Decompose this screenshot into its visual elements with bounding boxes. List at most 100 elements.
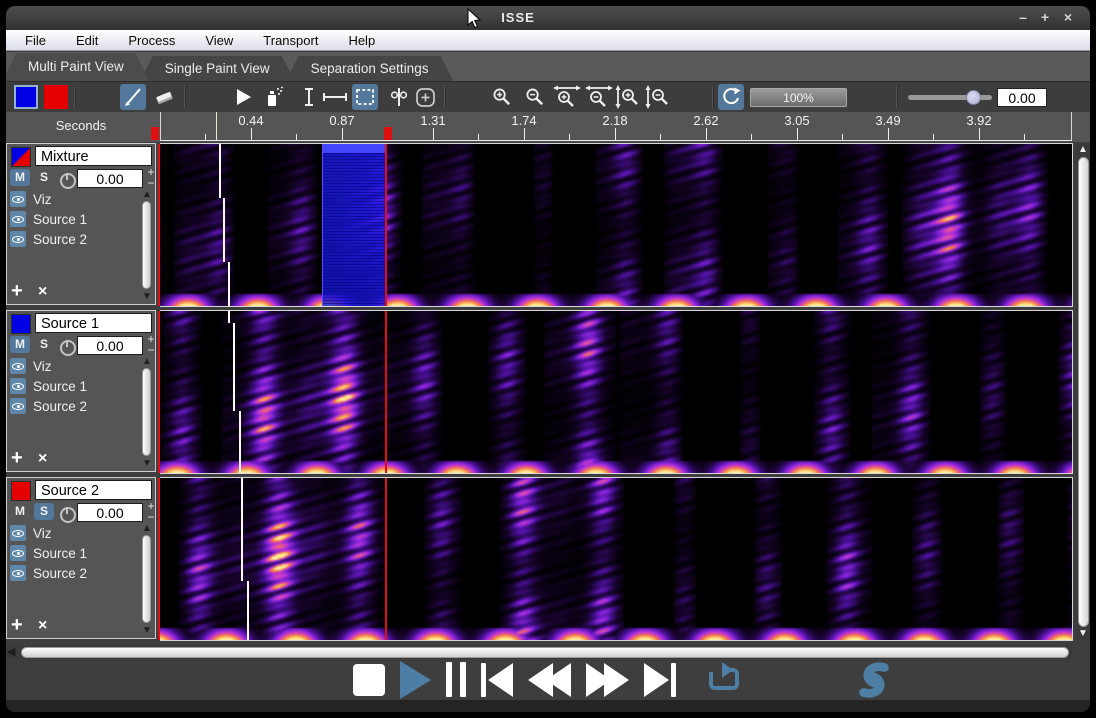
tab-separation-settings[interactable]: Separation Settings xyxy=(286,56,454,81)
solo-button[interactable]: S xyxy=(34,503,54,520)
scrollbar-thumb[interactable] xyxy=(1078,157,1089,627)
zoom-out-icon[interactable] xyxy=(521,84,547,110)
spectrogram-canvas[interactable] xyxy=(160,311,1072,473)
menu-help[interactable]: Help xyxy=(348,33,375,48)
zoom-in-icon[interactable] xyxy=(488,84,514,110)
slider-thumb[interactable] xyxy=(966,90,981,105)
title-bar[interactable]: ISSE – + × xyxy=(6,6,1090,30)
visibility-eye-icon[interactable] xyxy=(10,378,26,394)
rewind-button[interactable] xyxy=(528,663,571,697)
solo-button[interactable]: S xyxy=(34,336,54,353)
mute-button[interactable]: M xyxy=(10,169,30,186)
track-title-input[interactable]: Mixture xyxy=(35,146,152,166)
tab-multi-paint-view[interactable]: Multi Paint View xyxy=(6,53,149,81)
mute-button[interactable]: M xyxy=(10,336,30,353)
mute-button[interactable]: M xyxy=(10,503,30,520)
scrollbar-thumb[interactable] xyxy=(142,201,151,289)
gain-value-input[interactable]: 0.00 xyxy=(77,169,143,188)
menu-file[interactable]: File xyxy=(25,33,46,48)
visibility-eye-icon[interactable] xyxy=(10,545,26,561)
visibility-eye-icon[interactable] xyxy=(10,191,26,207)
scrollbar-thumb[interactable] xyxy=(142,368,151,456)
visibility-eye-icon[interactable] xyxy=(10,211,26,227)
track-color-swatch[interactable] xyxy=(11,147,31,167)
layer-scrollbar[interactable]: ▲▼ xyxy=(139,524,154,636)
ruler-minor-tick xyxy=(933,134,934,140)
transport-bar xyxy=(6,659,1090,700)
zoom-out-vertical-icon[interactable] xyxy=(644,84,672,110)
gain-value-input[interactable]: 0.00 xyxy=(77,336,143,355)
layer-scrollbar[interactable]: ▲▼ xyxy=(139,357,154,469)
maximize-button[interactable]: + xyxy=(1036,6,1054,30)
zoom-out-horizontal-icon[interactable] xyxy=(584,84,614,110)
remove-layer-button[interactable]: × xyxy=(38,283,47,301)
track-color-swatch[interactable] xyxy=(11,481,31,501)
add-layer-button[interactable]: + xyxy=(11,447,23,470)
horizontal-scrollbar[interactable]: ◀ xyxy=(6,645,1072,659)
gain-value-input[interactable]: 0.00 xyxy=(77,503,143,522)
menu-process[interactable]: Process xyxy=(128,33,175,48)
frequency-selection-tool[interactable] xyxy=(322,84,348,110)
ruler-major-tick xyxy=(251,128,252,140)
gain-decrement-button[interactable]: − xyxy=(146,512,156,522)
red-color-swatch[interactable] xyxy=(44,85,68,109)
menu-transport[interactable]: Transport xyxy=(263,33,318,48)
visibility-eye-icon[interactable] xyxy=(10,358,26,374)
track-color-swatch[interactable] xyxy=(11,314,31,334)
ruler-tick-label: 3.49 xyxy=(864,113,912,128)
vertical-scrollbar[interactable]: ▲ ▼ xyxy=(1076,143,1090,640)
layer-label: Viz xyxy=(33,191,52,208)
volume-slider[interactable] xyxy=(908,95,992,100)
time-selection-tool[interactable] xyxy=(296,84,322,110)
visibility-eye-icon[interactable] xyxy=(10,525,26,541)
gain-decrement-button[interactable]: − xyxy=(146,345,156,355)
stop-button[interactable] xyxy=(353,664,385,696)
drop-line-tool[interactable] xyxy=(386,84,412,110)
play-button[interactable] xyxy=(400,661,431,699)
fast-forward-button[interactable] xyxy=(586,663,629,697)
layer-label: Source 1 xyxy=(33,211,87,228)
solo-button[interactable]: S xyxy=(34,169,54,186)
retrain-loop-button[interactable] xyxy=(718,84,744,110)
spectrogram-canvas[interactable] xyxy=(160,478,1072,640)
remove-layer-button[interactable]: × xyxy=(38,450,47,468)
time-ruler[interactable]: 0.440.871.311.742.182.623.053.493.92 xyxy=(160,112,1072,141)
loop-marker xyxy=(151,127,159,140)
brush-tool[interactable] xyxy=(120,84,146,110)
gain-knob-icon[interactable] xyxy=(60,340,76,356)
add-layer-button[interactable]: + xyxy=(11,280,23,303)
spectrogram-canvas[interactable] xyxy=(160,144,1072,306)
selection-marker-line xyxy=(385,144,387,306)
gain-knob-icon[interactable] xyxy=(60,173,76,189)
rectangle-selection-tool[interactable] xyxy=(352,84,378,110)
tab-single-paint-view[interactable]: Single Paint View xyxy=(140,56,295,81)
visibility-eye-icon[interactable] xyxy=(10,398,26,414)
blue-color-swatch[interactable] xyxy=(14,85,38,109)
loop-button[interactable] xyxy=(705,661,743,698)
scrollbar-thumb[interactable] xyxy=(142,535,151,623)
add-layer-button[interactable]: + xyxy=(11,614,23,637)
spray-tool[interactable] xyxy=(260,84,286,110)
close-button[interactable]: × xyxy=(1059,6,1077,30)
track-title-input[interactable]: Source 1 xyxy=(35,313,152,333)
minimize-button[interactable]: – xyxy=(1014,6,1032,30)
zoom-in-vertical-icon[interactable] xyxy=(614,84,642,110)
gain-knob-icon[interactable] xyxy=(60,507,76,523)
zoom-in-horizontal-icon[interactable] xyxy=(552,84,582,110)
skip-to-start-button[interactable] xyxy=(481,663,513,697)
remove-layer-button[interactable]: × xyxy=(38,617,47,635)
pause-button[interactable] xyxy=(446,662,466,697)
scrollbar-thumb[interactable] xyxy=(21,647,1069,658)
add-region-tool[interactable] xyxy=(412,84,438,110)
visibility-eye-icon[interactable] xyxy=(10,565,26,581)
layer-scrollbar[interactable]: ▲▼ xyxy=(139,190,154,302)
visibility-eye-icon[interactable] xyxy=(10,231,26,247)
skip-to-end-button[interactable] xyxy=(644,663,676,697)
play-cursor-tool[interactable] xyxy=(230,84,256,110)
track-title-input[interactable]: Source 2 xyxy=(35,480,152,500)
eraser-tool[interactable] xyxy=(152,84,178,110)
menu-edit[interactable]: Edit xyxy=(76,33,98,48)
time-value-input[interactable]: 0.00 xyxy=(997,88,1047,107)
menu-view[interactable]: View xyxy=(205,33,233,48)
gain-decrement-button[interactable]: − xyxy=(146,178,156,188)
